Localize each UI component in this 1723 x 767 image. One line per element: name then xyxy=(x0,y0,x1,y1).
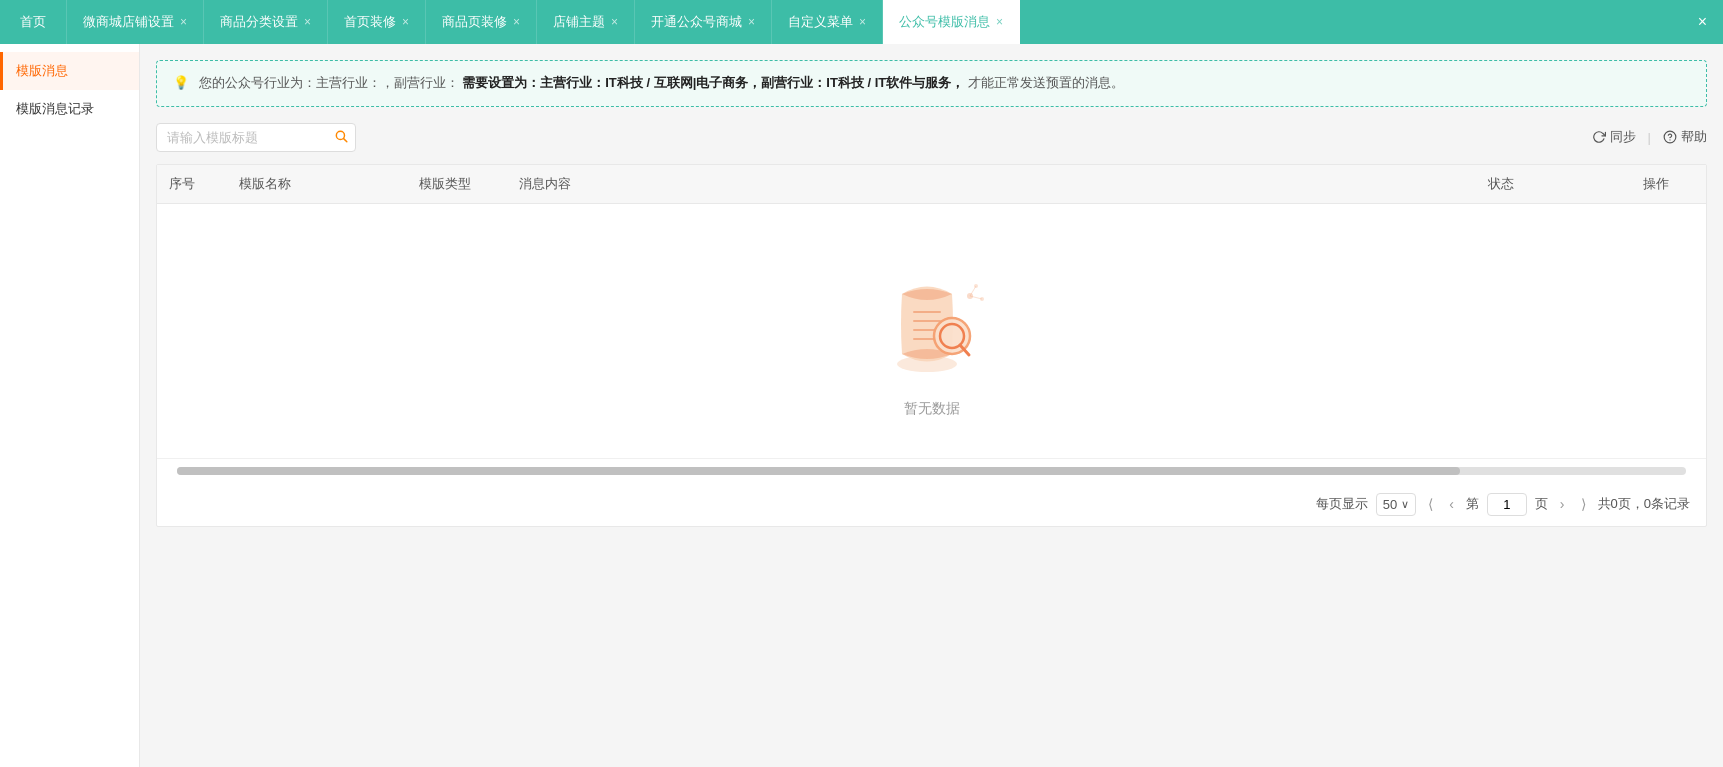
sync-label: 同步 xyxy=(1610,128,1636,146)
content-area: 💡 您的公众号行业为：主营行业：，副营行业： 需要设置为：主营行业：IT科技 /… xyxy=(140,44,1723,767)
tab-label: 公众号模版消息 xyxy=(899,13,990,31)
tab-close-icon[interactable]: × xyxy=(611,15,618,29)
search-right: 同步 | 帮助 xyxy=(1592,128,1707,146)
table-wrap: 序号 模版名称 模版类型 消息内容 状态 操作 xyxy=(156,164,1707,527)
tab-label: 首页装修 xyxy=(344,13,396,31)
total-text: 共0页，0条记录 xyxy=(1598,495,1690,513)
notice-icon: 💡 xyxy=(173,75,189,90)
search-input-wrap xyxy=(156,123,356,152)
help-button[interactable]: 帮助 xyxy=(1663,128,1707,146)
sync-button[interactable]: 同步 xyxy=(1592,128,1636,146)
sidebar-item-label: 模版消息 xyxy=(16,63,68,78)
next-page-button[interactable]: › xyxy=(1556,494,1569,514)
notice-box: 💡 您的公众号行业为：主营行业：，副营行业： 需要设置为：主营行业：IT科技 /… xyxy=(156,60,1707,107)
sidebar-item-template-msg[interactable]: 模版消息 xyxy=(0,52,139,90)
sidebar: 模版消息 模版消息记录 xyxy=(0,44,140,767)
tab-home-decor[interactable]: 首页装修 × xyxy=(328,0,426,44)
tab-product-decor[interactable]: 商品页装修 × xyxy=(426,0,537,44)
tab-label: 微商城店铺设置 xyxy=(83,13,174,31)
th-type: 模版类型 xyxy=(407,175,507,193)
tab-product-category[interactable]: 商品分类设置 × xyxy=(204,0,328,44)
chevron-down-icon: ∨ xyxy=(1401,498,1409,511)
close-all-button[interactable]: × xyxy=(1682,13,1723,31)
th-content: 消息内容 xyxy=(507,175,1476,193)
tab-close-icon[interactable]: × xyxy=(304,15,311,29)
search-button[interactable] xyxy=(334,129,348,146)
notice-suffix: 才能正常发送预置的消息。 xyxy=(968,75,1124,90)
help-label: 帮助 xyxy=(1681,128,1707,146)
main-layout: 模版消息 模版消息记录 💡 您的公众号行业为：主营行业：，副营行业： 需要设置为… xyxy=(0,44,1723,767)
tab-custom-menu[interactable]: 自定义菜单 × xyxy=(772,0,883,44)
tab-label: 自定义菜单 xyxy=(788,13,853,31)
divider: | xyxy=(1648,130,1651,145)
prev-page-button[interactable]: ‹ xyxy=(1445,494,1458,514)
first-page-button[interactable]: ⟨ xyxy=(1424,494,1437,514)
empty-state: 暂无数据 xyxy=(157,204,1706,458)
th-action: 操作 xyxy=(1606,175,1706,193)
tab-close-icon[interactable]: × xyxy=(859,15,866,29)
sidebar-item-label: 模版消息记录 xyxy=(16,101,94,116)
tab-close-icon[interactable]: × xyxy=(748,15,755,29)
pagination: 每页显示 50 ∨ ⟨ ‹ 第 页 › ⟩ 共0页，0条记录 xyxy=(157,483,1706,526)
svg-line-15 xyxy=(970,286,976,296)
fake-scrollbar[interactable] xyxy=(177,467,1686,475)
scrollbar-row xyxy=(157,458,1706,483)
th-name: 模版名称 xyxy=(227,175,407,193)
tab-open-store[interactable]: 开通公众号商城 × xyxy=(635,0,772,44)
th-seq: 序号 xyxy=(157,175,227,193)
notice-highlight: 需要设置为：主营行业：IT科技 / 互联网|电子商务，副营行业：IT科技 / I… xyxy=(462,75,964,90)
tab-label: 开通公众号商城 xyxy=(651,13,742,31)
tab-label: 店铺主题 xyxy=(553,13,605,31)
th-status: 状态 xyxy=(1476,175,1606,193)
top-nav: 首页 微商城店铺设置 × 商品分类设置 × 首页装修 × 商品页装修 × 店铺主… xyxy=(0,0,1723,44)
page-size-label: 每页显示 xyxy=(1316,495,1368,513)
tab-label: 商品分类设置 xyxy=(220,13,298,31)
page-input[interactable] xyxy=(1487,493,1527,516)
svg-line-1 xyxy=(344,138,347,141)
tab-close-icon[interactable]: × xyxy=(513,15,520,29)
home-label: 首页 xyxy=(20,13,46,31)
search-input[interactable] xyxy=(156,123,356,152)
scrollbar-thumb[interactable] xyxy=(177,467,1460,475)
search-bar: 同步 | 帮助 xyxy=(156,123,1707,152)
tab-close-icon[interactable]: × xyxy=(402,15,409,29)
tab-template-msg[interactable]: 公众号模版消息 × xyxy=(883,0,1020,44)
last-page-button[interactable]: ⟩ xyxy=(1577,494,1590,514)
page-label: 第 xyxy=(1466,495,1479,513)
notice-prefix: 您的公众号行业为：主营行业：，副营行业： xyxy=(199,75,459,90)
page-size-value: 50 xyxy=(1383,497,1397,512)
table-header: 序号 模版名称 模版类型 消息内容 状态 操作 xyxy=(157,165,1706,204)
tab-label: 商品页装修 xyxy=(442,13,507,31)
tab-home[interactable]: 首页 xyxy=(0,0,67,44)
sidebar-item-template-msg-log[interactable]: 模版消息记录 xyxy=(0,90,139,128)
tab-close-icon[interactable]: × xyxy=(996,15,1003,29)
page-size-select[interactable]: 50 ∨ xyxy=(1376,493,1416,516)
tab-store-theme[interactable]: 店铺主题 × xyxy=(537,0,635,44)
page-unit: 页 xyxy=(1535,495,1548,513)
tab-wsc-store[interactable]: 微商城店铺设置 × xyxy=(67,0,204,44)
tab-close-icon[interactable]: × xyxy=(180,15,187,29)
search-left xyxy=(156,123,356,152)
empty-illustration xyxy=(872,264,992,384)
empty-text: 暂无数据 xyxy=(904,400,960,418)
